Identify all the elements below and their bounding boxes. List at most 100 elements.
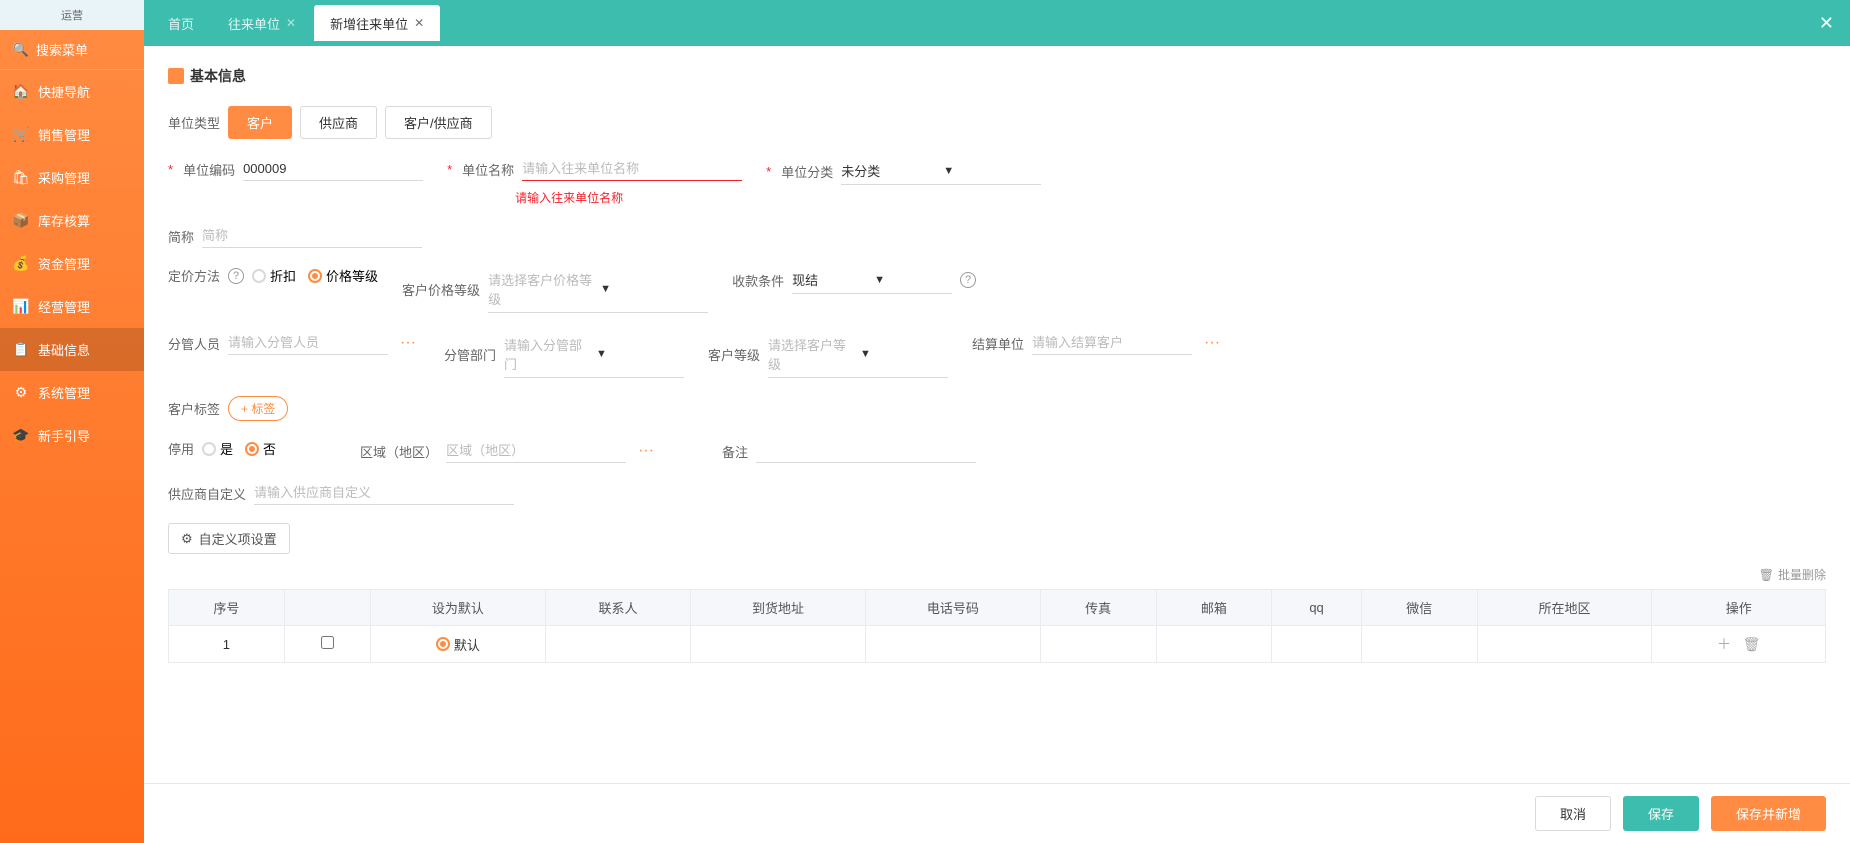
main-area: 首页 往来单位 ✕ 新增往来单位 ✕ ✕ 基本信息 单位类型 客户 供应商 客: [144, 0, 1850, 843]
customer-level-placeholder: 请选择客户等级: [768, 335, 856, 373]
pricing-radio-group: 折扣 价格等级: [252, 266, 378, 285]
code-name-category-row: * 单位编码 * 单位名称 请输入往来单位名称 * 单位分类 未分类: [168, 157, 1826, 206]
tab-bar: 首页 往来单位 ✕ 新增往来单位 ✕ ✕: [144, 0, 1850, 46]
operations-icon: 📊: [12, 298, 30, 316]
manager-more-icon[interactable]: ···: [396, 334, 420, 352]
name-input[interactable]: [522, 157, 742, 181]
system-icon: ⚙: [12, 384, 30, 402]
finance-icon: 💰: [12, 255, 30, 273]
sidebar-item-inventory[interactable]: 📦 库存核算: [0, 199, 144, 242]
customer-price-label: 客户价格等级: [402, 280, 480, 299]
remark-input[interactable]: [756, 439, 976, 463]
supplier-custom-input[interactable]: [254, 481, 514, 505]
th-phone: 电话号码: [865, 590, 1040, 626]
disabled-group: 停用 是 否: [168, 439, 276, 458]
dept-label: 分管部门: [444, 345, 496, 364]
sidebar-item-finance[interactable]: 💰 资金管理: [0, 242, 144, 285]
add-tag-button[interactable]: + 标签: [228, 396, 288, 421]
dept-select[interactable]: 请输入分管部门 ▼: [504, 331, 684, 378]
sidebar-item-system[interactable]: ⚙ 系统管理: [0, 371, 144, 414]
payment-select[interactable]: 现结 ▼: [792, 266, 952, 294]
customer-level-group: 客户等级 请选择客户等级 ▼: [708, 331, 948, 378]
tab-new-partner[interactable]: 新增往来单位 ✕: [314, 5, 440, 41]
th-checkbox: [284, 590, 370, 626]
sidebar-inventory-label: 库存核算: [38, 211, 90, 230]
payment-value: 现结: [792, 270, 870, 289]
tab-new-partner-close[interactable]: ✕: [414, 16, 424, 30]
sidebar-newbie-label: 新手引导: [38, 426, 90, 445]
name-required: *: [447, 162, 452, 177]
pricing-radio-discount[interactable]: 折扣: [252, 266, 296, 285]
pricing-radio-level-label: 价格等级: [326, 266, 378, 285]
inventory-icon: 📦: [12, 212, 30, 230]
disabled-row: 停用 是 否 区域（地区） ···: [168, 439, 1826, 463]
cancel-button[interactable]: 取消: [1535, 796, 1611, 831]
th-address: 到货地址: [691, 590, 866, 626]
remark-group: 备注: [722, 439, 976, 463]
custom-settings-button[interactable]: ⚙ 自定义项设置: [168, 523, 290, 554]
tags-row: 客户标签 + 标签: [168, 396, 1826, 421]
section-title: 基本信息: [190, 66, 246, 86]
row-delete-icon[interactable]: 🗑: [1739, 636, 1765, 652]
row-num: 1: [169, 626, 285, 663]
tab-home[interactable]: 首页: [152, 5, 210, 41]
tab-partners-close[interactable]: ✕: [286, 16, 296, 30]
save-button[interactable]: 保存: [1623, 796, 1699, 831]
row-checkbox[interactable]: [321, 636, 334, 649]
tags-group: 客户标签 + 标签: [168, 396, 288, 421]
unit-btn-supplier[interactable]: 供应商: [300, 106, 377, 139]
sidebar-item-basics[interactable]: 📋 基础信息: [0, 328, 144, 371]
unit-btn-customer[interactable]: 客户: [228, 106, 292, 139]
sidebar-item-search[interactable]: 🔍 搜索菜单: [0, 30, 144, 70]
sidebar-purchase-label: 采购管理: [38, 168, 90, 187]
unit-type-label: 单位类型: [168, 113, 220, 132]
manager-row: 分管人员 ··· 分管部门 请输入分管部门 ▼ 客户等级 请选择客户等级 ▼ 结…: [168, 331, 1826, 378]
disabled-radio-yes[interactable]: 是: [202, 439, 233, 458]
payment-help-icon[interactable]: ?: [960, 272, 976, 288]
sidebar-item-operations[interactable]: 📊 经营管理: [0, 285, 144, 328]
dept-group: 分管部门 请输入分管部门 ▼: [444, 331, 684, 378]
shortname-group: 简称: [168, 224, 422, 248]
sidebar-item-newbie[interactable]: 🎓 新手引导: [0, 414, 144, 457]
row-fax: [1040, 626, 1156, 663]
sidebar: 运营 🔍 搜索菜单 🏠 快捷导航 🛒 销售管理 🛍 采购管理 📦 库存核算 💰 …: [0, 0, 144, 843]
code-label: 单位编码: [183, 160, 235, 179]
save-new-button[interactable]: 保存并新增: [1711, 796, 1826, 831]
region-input[interactable]: [446, 439, 626, 463]
sidebar-item-sales[interactable]: 🛒 销售管理: [0, 113, 144, 156]
manager-input[interactable]: [228, 331, 388, 355]
window-close-button[interactable]: ✕: [1811, 9, 1842, 38]
dept-arrow-icon: ▼: [596, 348, 684, 360]
unit-btn-both[interactable]: 客户/供应商: [385, 106, 492, 139]
row-email: [1156, 626, 1272, 663]
table-header-row: 序号 设为默认 联系人 到货地址 电话号码 传真 邮箱 qq 微信 所在地区 操…: [169, 590, 1826, 626]
customer-price-select[interactable]: 请选择客户价格等级 ▼: [488, 266, 708, 313]
sidebar-item-quicknav[interactable]: 🏠 快捷导航: [0, 70, 144, 113]
batch-delete-button[interactable]: 🗑 批量删除: [1759, 566, 1826, 583]
pricing-radio-level[interactable]: 价格等级: [308, 266, 378, 285]
row-add-icon[interactable]: ＋: [1713, 636, 1735, 652]
pricing-label: 定价方法: [168, 266, 220, 285]
disabled-radio-no[interactable]: 否: [245, 439, 276, 458]
row-default-radio[interactable]: 默认: [383, 635, 533, 654]
shortname-input[interactable]: [202, 224, 422, 248]
sidebar-sales-label: 销售管理: [38, 125, 90, 144]
sidebar-item-purchase[interactable]: 🛍 采购管理: [0, 156, 144, 199]
name-error-msg: 请输入往来单位名称: [515, 191, 623, 205]
settlement-label: 结算单位: [972, 334, 1024, 353]
newbie-icon: 🎓: [12, 427, 30, 445]
supplier-custom-label: 供应商自定义: [168, 484, 246, 503]
remark-label: 备注: [722, 442, 748, 461]
pricing-help-icon[interactable]: ?: [228, 268, 244, 284]
tab-partners[interactable]: 往来单位 ✕: [212, 5, 312, 41]
customer-level-select[interactable]: 请选择客户等级 ▼: [768, 331, 948, 378]
name-group: * 单位名称 请输入往来单位名称: [447, 157, 742, 206]
region-more-icon[interactable]: ···: [634, 442, 658, 460]
category-value: 未分类: [841, 161, 939, 180]
settlement-input[interactable]: [1032, 331, 1192, 355]
category-select[interactable]: 未分类 ▼: [841, 157, 1041, 185]
sidebar-operations-label: 经营管理: [38, 297, 90, 316]
settlement-more-icon[interactable]: ···: [1200, 334, 1224, 352]
code-input[interactable]: [243, 157, 423, 181]
gear-icon: ⚙: [181, 531, 193, 547]
